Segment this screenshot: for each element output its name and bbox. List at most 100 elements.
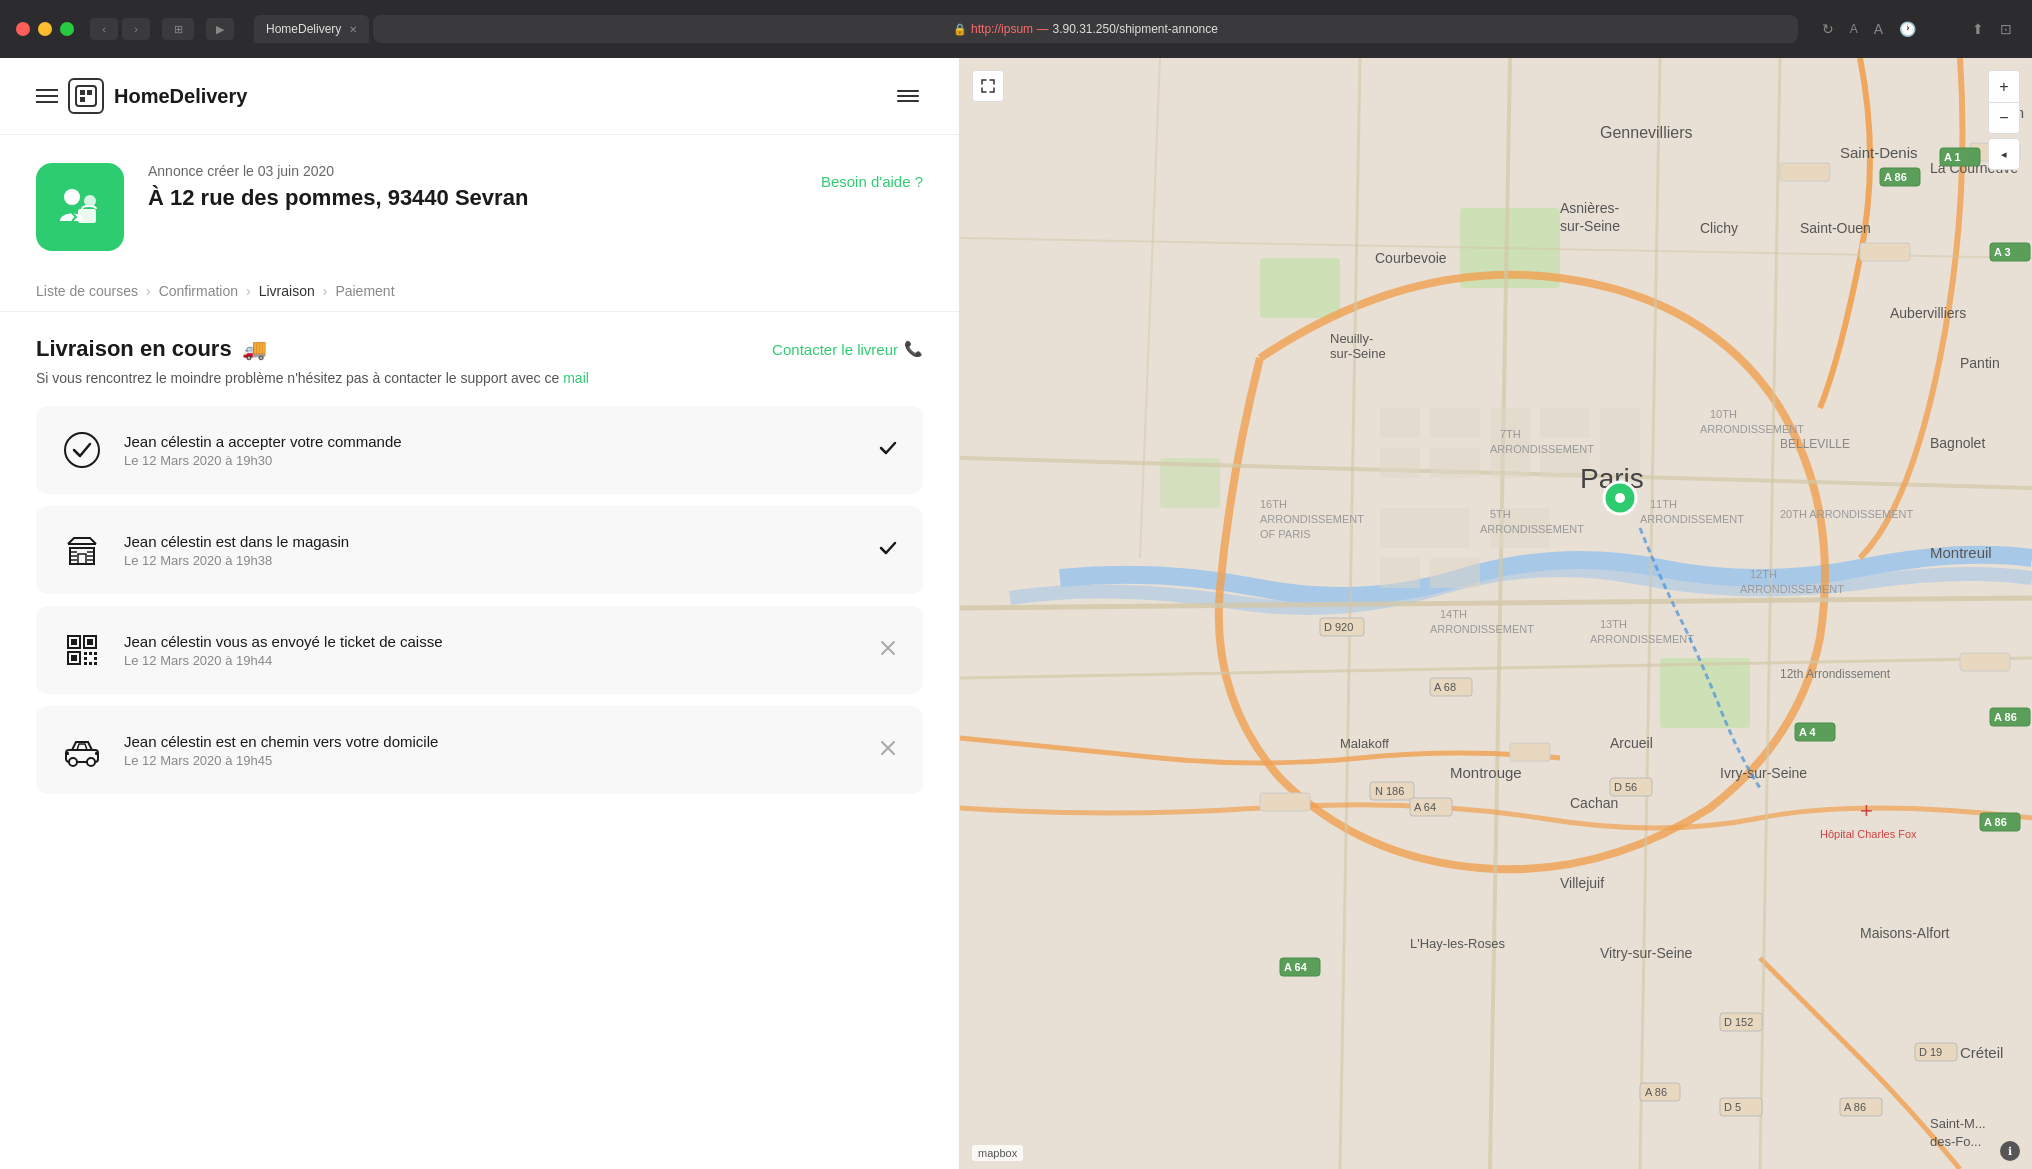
map-compass-button[interactable]: ◂ (1988, 138, 2020, 170)
browser-chrome: ‹ › ⊞ ▶ HomeDelivery ✕ 🔒 http://ipsum — … (0, 0, 2032, 58)
font-larger-button[interactable]: A (1870, 19, 1887, 39)
announcement-section: Annonce créer le 03 juin 2020 À 12 rue d… (0, 135, 959, 271)
svg-text:A 86: A 86 (1994, 711, 2017, 723)
svg-text:Montreuil: Montreuil (1930, 544, 1992, 561)
svg-text:N 186: N 186 (1375, 785, 1404, 797)
map-panel: Gennevilliers Saint-Denis Asnières- sur-… (960, 58, 2032, 1169)
svg-text:7TH: 7TH (1500, 428, 1521, 440)
maximize-window-button[interactable] (60, 22, 74, 36)
svg-text:14TH: 14TH (1440, 608, 1467, 620)
delivery-truck-icon: 🚚 (242, 337, 267, 361)
back-button[interactable]: ‹ (90, 18, 118, 40)
map-zoom-out-button[interactable]: − (1988, 102, 2020, 134)
status-card-driving: Jean célestin est en chemin vers votre d… (36, 706, 923, 794)
breadcrumb-arrow: › (246, 283, 251, 299)
status-card-content: Jean célestin a accepter votre commande … (124, 433, 857, 468)
breadcrumb-item-confirmation[interactable]: Confirmation (159, 283, 238, 299)
svg-text:5TH: 5TH (1490, 508, 1511, 520)
address-prefix: http://ipsum — (971, 22, 1048, 36)
svg-text:Pantin: Pantin (1960, 355, 2000, 371)
svg-text:+: + (1860, 798, 1873, 823)
status-x-icon (877, 637, 899, 664)
svg-text:BELLEVILLE: BELLEVILLE (1780, 437, 1850, 451)
svg-text:Cachan: Cachan (1570, 795, 1618, 811)
svg-text:Arcueil: Arcueil (1610, 735, 1653, 751)
tab-label[interactable]: HomeDelivery (266, 22, 341, 36)
app-title: HomeDelivery (114, 85, 247, 108)
menu-line (897, 95, 919, 97)
minimize-window-button[interactable] (38, 22, 52, 36)
tab-close-icon[interactable]: ✕ (349, 24, 357, 35)
svg-rect-62 (1780, 163, 1830, 181)
close-window-button[interactable] (16, 22, 30, 36)
breadcrumb-item-livraison[interactable]: Livraison (259, 283, 315, 299)
announcement-date: Annonce créer le 03 juin 2020 (148, 163, 797, 179)
svg-text:ARRONDISSEMENT: ARRONDISSEMENT (1480, 523, 1584, 535)
reader-view-button[interactable]: ⊞ (162, 18, 194, 40)
svg-text:Courbevoie: Courbevoie (1375, 250, 1447, 266)
svg-text:ARRONDISSEMENT: ARRONDISSEMENT (1590, 633, 1694, 645)
map-zoom-in-button[interactable]: + (1988, 70, 2020, 102)
traffic-lights (16, 22, 74, 36)
svg-text:20TH ARRONDISSEMENT: 20TH ARRONDISSEMENT (1780, 508, 1914, 520)
car-icon (60, 728, 104, 772)
map-container[interactable]: Gennevilliers Saint-Denis Asnières- sur-… (960, 58, 2032, 1169)
svg-text:A 86: A 86 (1984, 816, 2007, 828)
svg-text:Maisons-Alfort: Maisons-Alfort (1860, 925, 1950, 941)
svg-rect-51 (1430, 408, 1480, 438)
svg-point-33 (87, 758, 95, 766)
map-fullscreen-button[interactable] (972, 70, 1004, 102)
announcement-info: Annonce créer le 03 juin 2020 À 12 rue d… (148, 163, 797, 211)
hamburger-line (36, 95, 58, 97)
reload-button[interactable]: ↻ (1818, 19, 1838, 39)
svg-rect-34 (66, 752, 69, 755)
svg-rect-3 (80, 97, 85, 102)
svg-text:Neuilly-: Neuilly- (1330, 331, 1373, 346)
svg-point-32 (69, 758, 77, 766)
hamburger-menu-button[interactable] (36, 89, 58, 103)
svg-rect-35 (95, 752, 98, 755)
breadcrumb-item-paiement[interactable]: Paiement (335, 283, 394, 299)
help-link[interactable]: Besoin d'aide ? (821, 173, 923, 190)
address-bar[interactable]: 🔒 http://ipsum — 3.90.31.250/shipment-an… (373, 15, 1797, 43)
sidebar-button[interactable]: ⊡ (1996, 19, 2016, 39)
svg-rect-66 (1260, 793, 1310, 811)
mail-link[interactable]: mail (563, 370, 589, 386)
contact-livreur-link[interactable]: Contacter le livreur 📞 (772, 340, 923, 358)
svg-rect-30 (94, 662, 97, 665)
svg-point-4 (64, 189, 80, 205)
map-svg: Gennevilliers Saint-Denis Asnières- sur-… (960, 58, 2032, 1169)
announcement-address: À 12 rue des pommes, 93440 Sevran (148, 185, 797, 211)
svg-text:Gennevilliers: Gennevilliers (1600, 124, 1692, 141)
nav-buttons: ‹ › (90, 18, 150, 40)
svg-text:ARRONDISSEMENT: ARRONDISSEMENT (1260, 513, 1364, 525)
svg-text:D 152: D 152 (1724, 1016, 1753, 1028)
status-card-content: Jean célestin vous as envoyé le ticket d… (124, 633, 857, 668)
breadcrumb-item-liste[interactable]: Liste de courses (36, 283, 138, 299)
svg-text:D 5: D 5 (1724, 1101, 1741, 1113)
svg-rect-60 (1380, 558, 1420, 588)
clock-button[interactable]: 🕐 (1895, 19, 1920, 39)
svg-rect-58 (1380, 508, 1470, 548)
status-card-time: Le 12 Mars 2020 à 19h30 (124, 453, 857, 468)
map-info-button[interactable]: ℹ (2000, 1141, 2020, 1161)
svg-text:12TH: 12TH (1750, 568, 1777, 580)
font-smaller-button[interactable]: A (1846, 20, 1862, 38)
breadcrumb: Liste de courses › Confirmation › Livrai… (0, 271, 959, 312)
menu-button[interactable] (893, 86, 923, 106)
svg-text:Bagnolet: Bagnolet (1930, 435, 1985, 451)
svg-text:sur-Seine: sur-Seine (1560, 218, 1620, 234)
svg-text:Aubervilliers: Aubervilliers (1890, 305, 1966, 321)
status-card-store: Jean célestin est dans le magasin Le 12 … (36, 506, 923, 594)
media-button[interactable]: ▶ (206, 18, 234, 40)
share-button[interactable]: ⬆ (1968, 19, 1988, 39)
svg-text:Hôpital Charles Fox: Hôpital Charles Fox (1820, 828, 1917, 840)
forward-button[interactable]: › (122, 18, 150, 40)
svg-text:D 19: D 19 (1919, 1046, 1942, 1058)
svg-text:Malakoff: Malakoff (1340, 736, 1389, 751)
svg-text:ARRONDISSEMENT: ARRONDISSEMENT (1700, 423, 1804, 435)
svg-text:12th Arrondissement: 12th Arrondissement (1780, 667, 1891, 681)
svg-text:Asnières-: Asnières- (1560, 200, 1619, 216)
svg-text:ARRONDISSEMENT: ARRONDISSEMENT (1740, 583, 1844, 595)
svg-text:sur-Seine: sur-Seine (1330, 346, 1386, 361)
